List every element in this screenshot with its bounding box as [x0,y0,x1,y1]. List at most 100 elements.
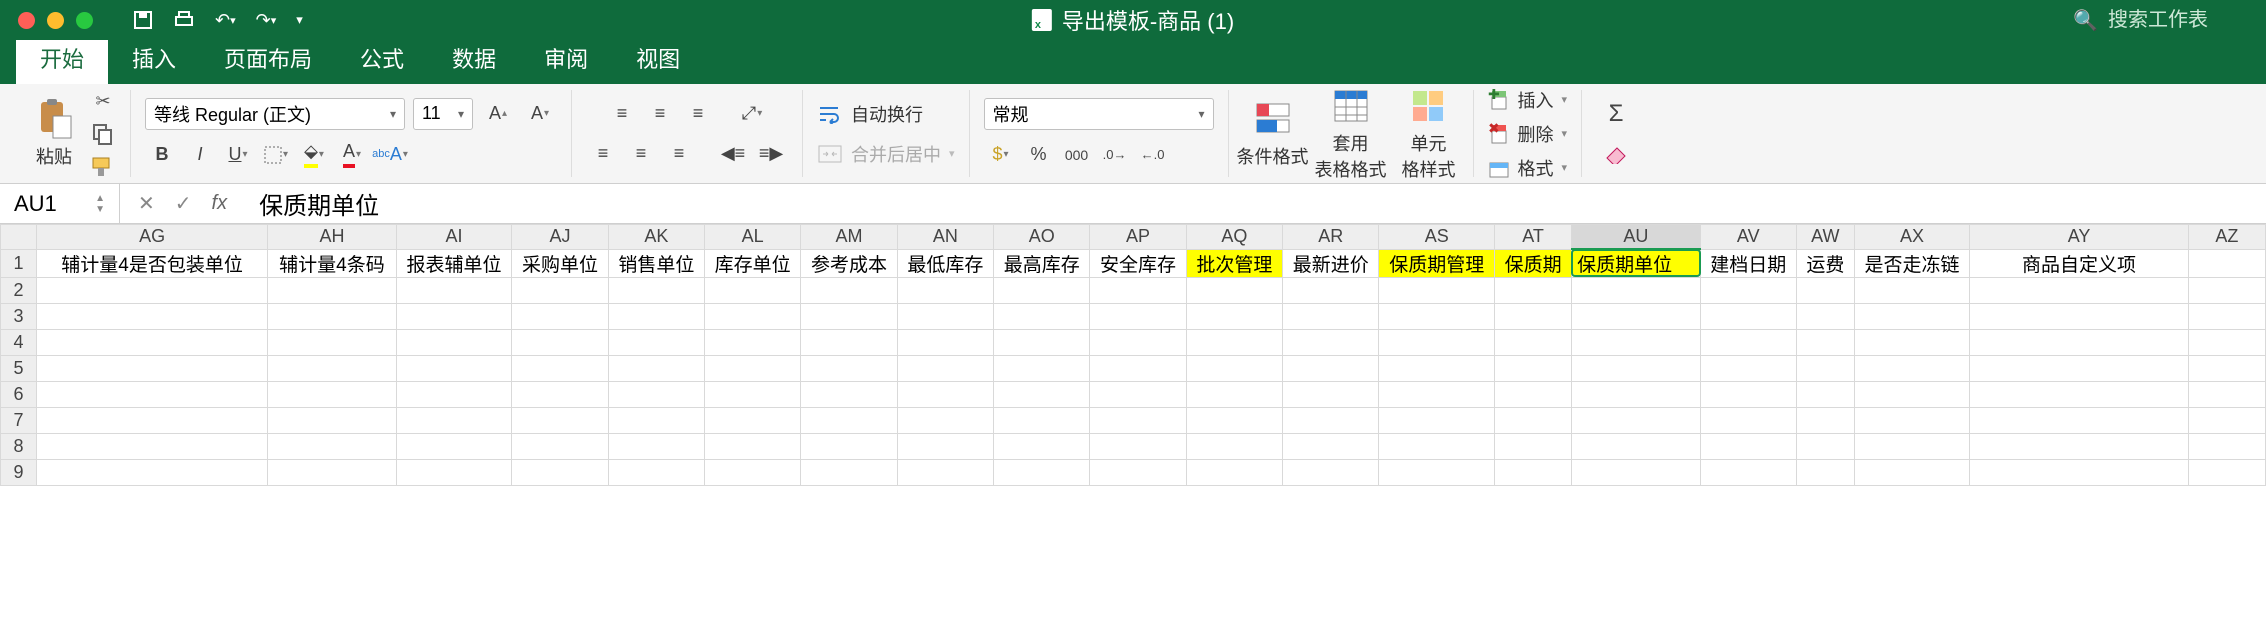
cell[interactable] [1572,381,1700,407]
qat-customize-icon[interactable]: ▾ [296,12,303,28]
merge-center-button[interactable]: 合并后居中 ▾ [817,141,955,167]
cell[interactable] [1495,355,1572,381]
cell[interactable]: 保质期管理 [1379,249,1495,277]
cell[interactable] [512,355,608,381]
cell[interactable]: 运费 [1796,249,1854,277]
row-header[interactable]: 7 [1,407,37,433]
cell[interactable] [1700,277,1796,303]
cell[interactable] [1283,303,1379,329]
row-header[interactable]: 2 [1,277,37,303]
cell[interactable] [1970,459,2188,485]
name-box-spinner[interactable]: ▲▼ [95,193,105,215]
column-header[interactable]: AR [1283,225,1379,250]
cell[interactable] [1283,329,1379,355]
autosum-icon[interactable]: Σ [1596,99,1636,129]
cell[interactable] [705,355,801,381]
cell[interactable]: 批次管理 [1186,249,1282,277]
cell[interactable] [801,433,897,459]
cell[interactable] [1700,407,1796,433]
cell[interactable] [897,381,993,407]
cell[interactable] [1572,355,1700,381]
cell[interactable] [36,407,267,433]
column-header[interactable]: AT [1495,225,1572,250]
format-painter-icon[interactable] [90,154,116,178]
cell-styles-button[interactable]: 单元 格样式 [1399,86,1459,182]
phonetic-button[interactable]: abcA▾ [373,140,407,170]
cell[interactable] [705,459,801,485]
cell[interactable] [1283,355,1379,381]
cell[interactable] [1090,433,1186,459]
align-center-icon[interactable]: ≡ [624,139,658,169]
column-header[interactable]: AP [1090,225,1186,250]
column-header[interactable]: AL [705,225,801,250]
cell[interactable] [608,433,704,459]
decrease-decimal-icon[interactable]: ←.0 [1136,140,1170,170]
cell[interactable] [268,433,396,459]
cell[interactable] [396,459,512,485]
cell[interactable] [1186,355,1282,381]
cell[interactable] [608,381,704,407]
cell[interactable]: 最低库存 [897,249,993,277]
cell[interactable] [1854,303,1970,329]
cell[interactable] [1379,355,1495,381]
cell[interactable] [396,277,512,303]
cell[interactable] [897,407,993,433]
close-window-icon[interactable] [18,12,35,29]
cell[interactable] [1090,329,1186,355]
cell[interactable] [1854,381,1970,407]
cell[interactable] [2188,459,2265,485]
column-header[interactable]: AS [1379,225,1495,250]
cell[interactable] [1796,303,1854,329]
cell[interactable] [1854,459,1970,485]
cell[interactable] [1572,303,1700,329]
cell[interactable] [1495,407,1572,433]
increase-font-icon[interactable]: A▴ [481,99,515,129]
cell[interactable] [396,303,512,329]
column-header[interactable]: AO [994,225,1090,250]
decrease-font-icon[interactable]: A▾ [523,99,557,129]
cell[interactable] [1495,381,1572,407]
cell[interactable] [897,277,993,303]
cell[interactable] [994,355,1090,381]
underline-button[interactable]: U▾ [221,140,255,170]
conditional-format-button[interactable]: 条件格式 [1243,99,1303,169]
cell[interactable] [1970,355,2188,381]
cell[interactable] [2188,407,2265,433]
undo-icon[interactable]: ↶ ▾ [215,10,236,31]
cell[interactable] [1379,459,1495,485]
cell[interactable] [1495,303,1572,329]
percent-icon[interactable]: % [1022,140,1056,170]
cell[interactable]: 建档日期 [1700,249,1796,277]
cell[interactable] [1970,277,2188,303]
cell[interactable]: 安全库存 [1090,249,1186,277]
cell[interactable] [2188,249,2265,277]
column-header[interactable]: AZ [2188,225,2265,250]
cancel-formula-icon[interactable]: ✕ [138,191,155,216]
cell[interactable] [268,381,396,407]
cell[interactable] [1700,303,1796,329]
cell[interactable] [1970,407,2188,433]
cell[interactable] [1186,329,1282,355]
save-icon[interactable] [133,10,153,30]
cell[interactable]: 商品自定义项 [1970,249,2188,277]
currency-icon[interactable]: $▾ [984,140,1018,170]
cell[interactable] [801,407,897,433]
cell[interactable] [268,329,396,355]
align-top-icon[interactable]: ≡ [605,99,639,129]
cell[interactable] [1495,329,1572,355]
cell[interactable] [512,407,608,433]
cell[interactable] [1700,355,1796,381]
cell[interactable] [1379,303,1495,329]
row-header[interactable]: 5 [1,355,37,381]
cell[interactable] [396,407,512,433]
cell[interactable] [1700,433,1796,459]
cell[interactable] [1970,303,2188,329]
cell[interactable] [1854,355,1970,381]
cell[interactable] [1090,303,1186,329]
cell[interactable] [994,329,1090,355]
cell[interactable] [1495,277,1572,303]
wrap-text-button[interactable]: 自动换行 [817,101,923,127]
font-size-select[interactable]: 11▾ [413,98,473,130]
cell[interactable] [2188,277,2265,303]
cell[interactable] [268,459,396,485]
